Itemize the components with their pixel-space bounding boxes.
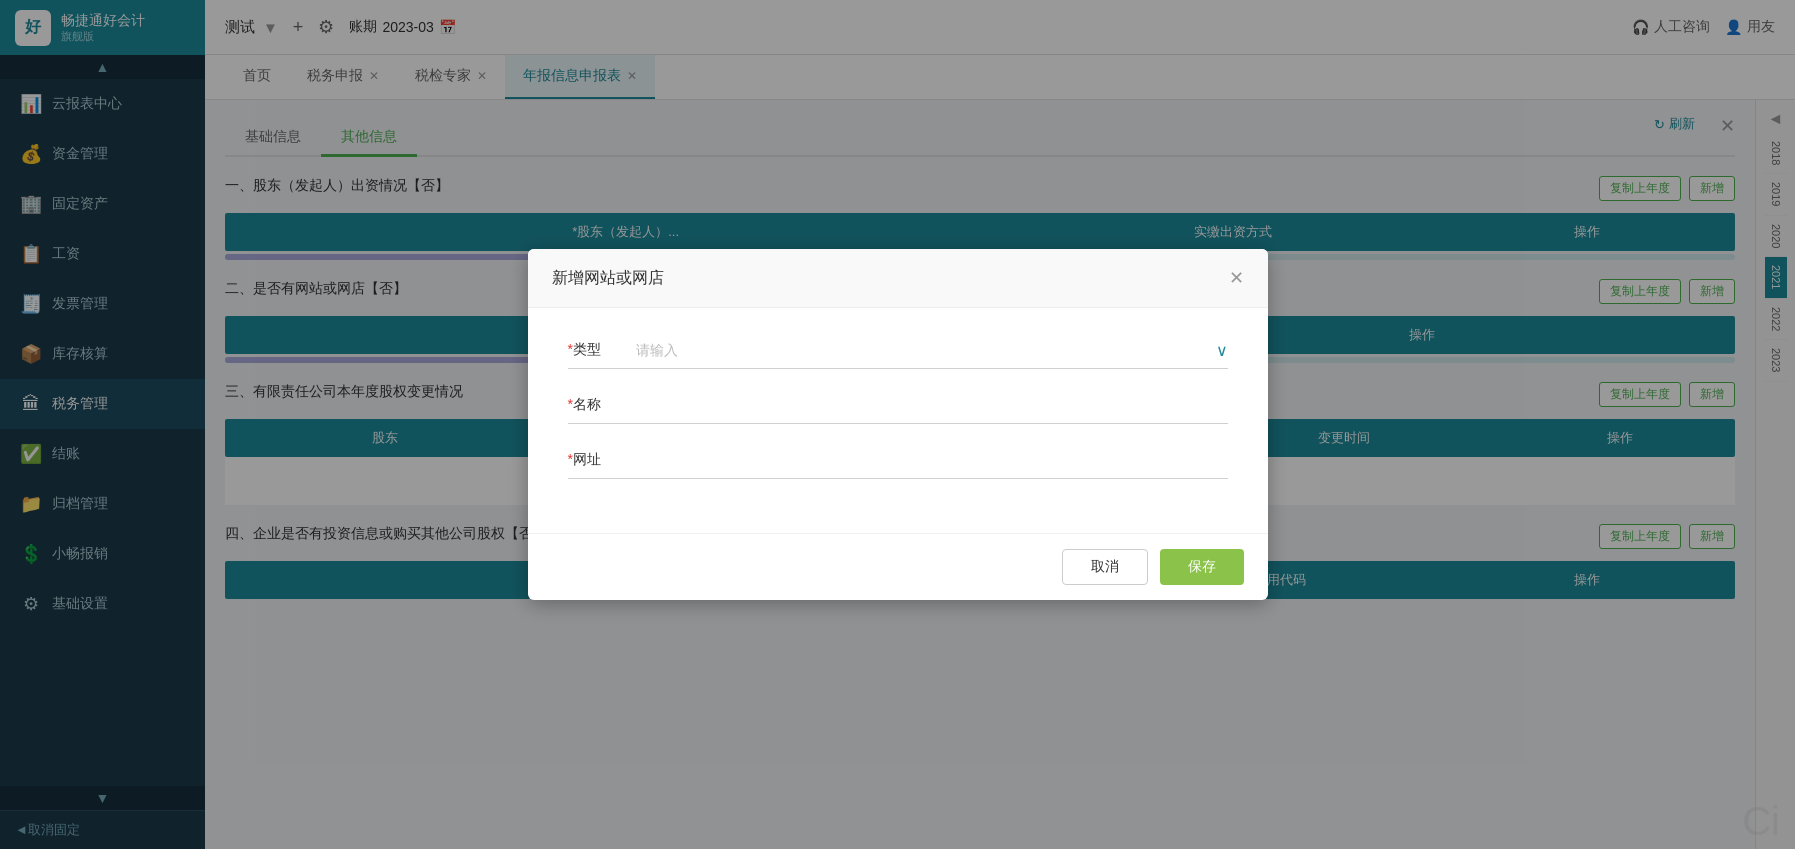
- name-field-row: *名称: [568, 393, 1228, 424]
- save-button[interactable]: 保存: [1160, 549, 1244, 585]
- url-field-row: *网址: [568, 448, 1228, 479]
- type-dropdown-icon: ∨: [1216, 341, 1228, 360]
- name-label: *名称: [568, 396, 628, 414]
- type-label: *类型: [568, 341, 628, 359]
- modal-close-button[interactable]: ✕: [1229, 267, 1244, 289]
- modal-overlay: 新增网站或网店 ✕ *类型 ∨ *名称: [0, 0, 1795, 849]
- type-field-row: *类型 ∨: [568, 338, 1228, 369]
- modal-body: *类型 ∨ *名称 *网址: [528, 308, 1268, 533]
- add-website-modal: 新增网站或网店 ✕ *类型 ∨ *名称: [528, 249, 1268, 600]
- form-field-name: *名称: [568, 393, 1228, 424]
- modal-header: 新增网站或网店 ✕: [528, 249, 1268, 308]
- modal-title: 新增网站或网店: [552, 268, 664, 289]
- modal-footer: 取消 保存: [528, 533, 1268, 600]
- form-field-url: *网址: [568, 448, 1228, 479]
- name-input[interactable]: [628, 393, 1228, 417]
- type-input[interactable]: [628, 338, 1216, 362]
- cancel-button[interactable]: 取消: [1062, 549, 1148, 585]
- form-field-type: *类型 ∨: [568, 338, 1228, 369]
- url-label: *网址: [568, 451, 628, 469]
- url-input[interactable]: [628, 448, 1228, 472]
